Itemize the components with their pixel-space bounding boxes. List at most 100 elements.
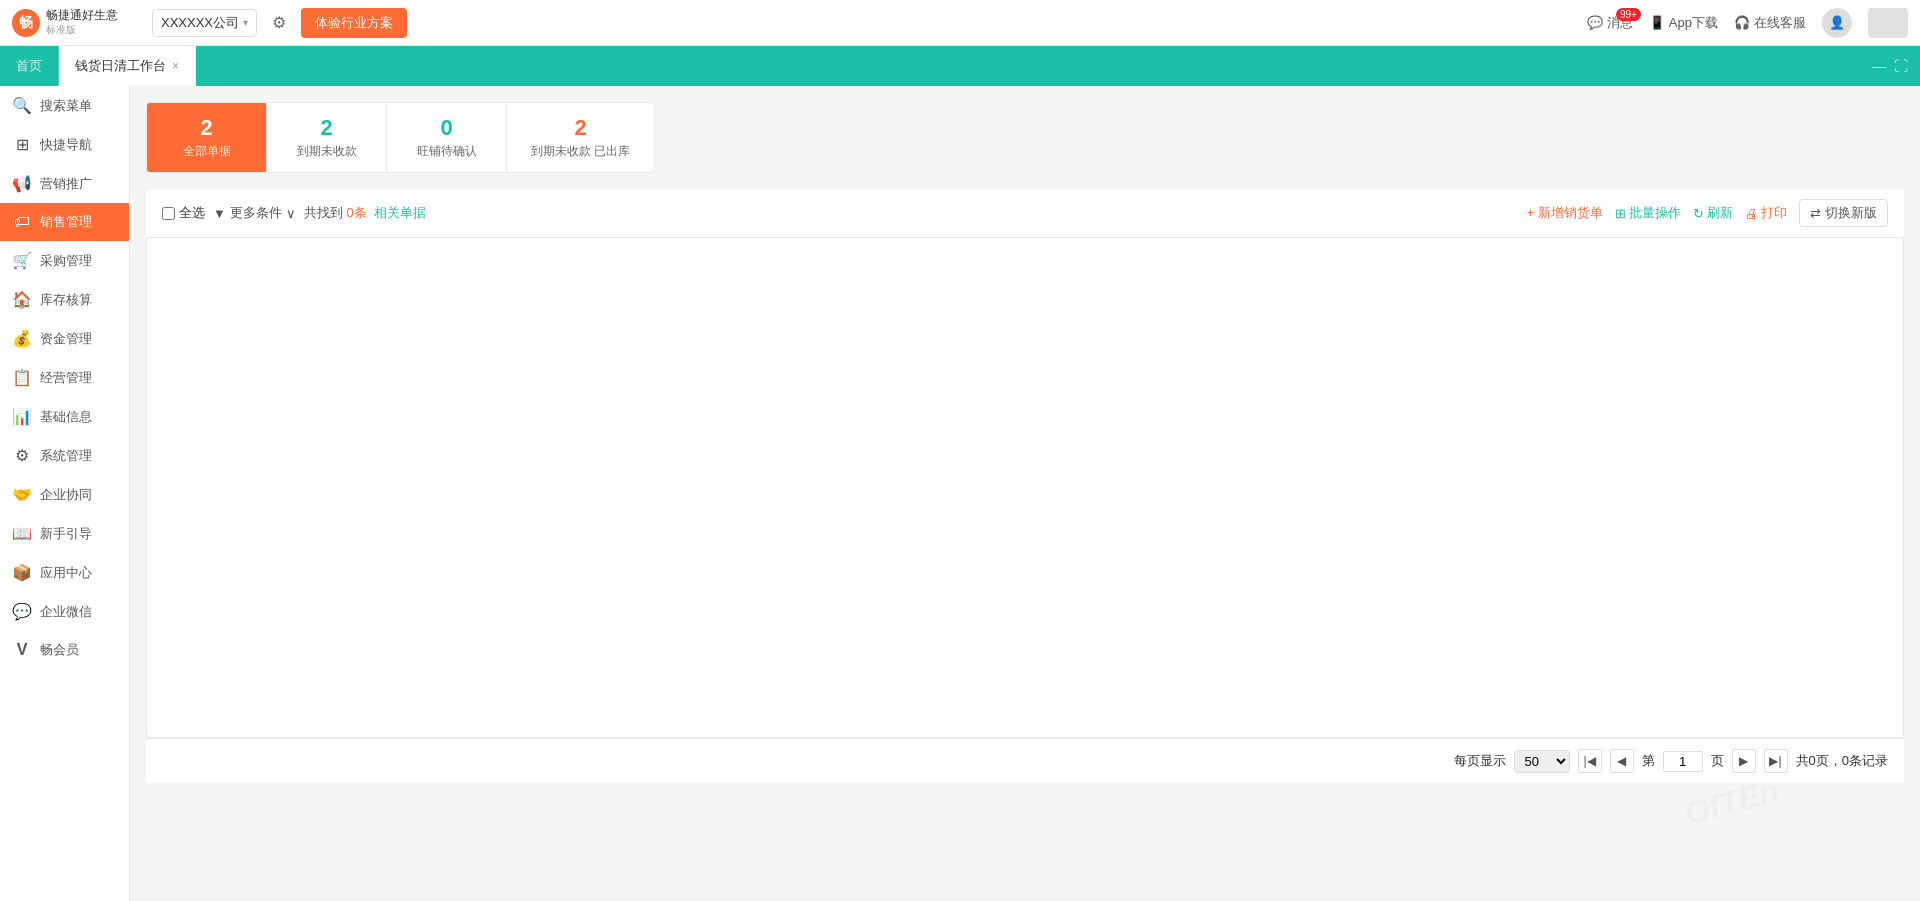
stat-card-shipped[interactable]: 2 到期未收款 已出库 (507, 103, 654, 172)
sidebar-item-search[interactable]: 🔍 搜索菜单 (0, 86, 129, 125)
stat-label-shipped: 到期未收款 已出库 (531, 143, 630, 160)
sidebar-appcenter-label: 应用中心 (40, 564, 92, 582)
next-page-button[interactable]: ▶ (1732, 749, 1756, 773)
experience-button[interactable]: 体验行业方案 (301, 8, 407, 38)
select-all-input[interactable] (162, 207, 175, 220)
header-right: 💬 消息 99+ 📱 App下载 🎧 在线客服 👤 (1587, 8, 1908, 38)
sidebar-item-enterprise[interactable]: 🤝 企业协同 (0, 475, 129, 514)
stat-card-all[interactable]: 2 全部单据 (147, 103, 267, 172)
empty-state (147, 238, 1903, 688)
sidebar-item-quicknav[interactable]: ⊞ 快捷导航 (0, 125, 129, 164)
refresh-button[interactable]: ↻ 刷新 (1693, 204, 1733, 222)
sidebar-item-system[interactable]: ⚙ 系统管理 (0, 436, 129, 475)
online-service-button[interactable]: 🎧 在线客服 (1734, 14, 1806, 32)
wechat-icon: 💬 (12, 602, 32, 621)
add-order-button[interactable]: + 新增销货单 (1527, 204, 1603, 222)
stat-num-shipped: 2 (531, 115, 630, 141)
batch-button[interactable]: ⊞ 批量操作 (1615, 204, 1681, 222)
page-label: 第 (1642, 752, 1655, 770)
tab-maximize-button[interactable]: ⛶ (1894, 58, 1908, 74)
company-name: XXXXXX公司 (161, 14, 239, 32)
logo-sub: 标准版 (46, 23, 118, 37)
prev-page-button[interactable]: ◀ (1610, 749, 1634, 773)
refresh-icon: ↻ (1693, 206, 1704, 221)
tab-workbench-label: 钱货日清工作台 (75, 57, 166, 75)
logo-area: 畅 畅捷通好生意 标准版 (12, 8, 142, 38)
related-link[interactable]: 相关单据 (374, 205, 426, 220)
guide-icon: 📖 (12, 524, 32, 543)
switch-version-button[interactable]: ⇄ 切换新版 (1799, 199, 1888, 227)
message-icon: 💬 (1587, 15, 1603, 30)
sidebar-purchase-label: 采购管理 (40, 252, 92, 270)
filter-chevron-icon: ∨ (286, 206, 296, 221)
sidebar-sales-label: 销售管理 (40, 213, 92, 231)
sidebar-item-operation[interactable]: 📋 经营管理 (0, 358, 129, 397)
filter-button[interactable]: ▼ 更多条件 ∨ (213, 204, 296, 222)
user-name-area[interactable] (1868, 8, 1908, 38)
sidebar-item-wechat[interactable]: 💬 企业微信 (0, 592, 129, 631)
sidebar-basic-label: 基础信息 (40, 408, 92, 426)
nav-tab-controls: — ⛶ (1872, 58, 1920, 74)
sidebar-item-purchase[interactable]: 🛒 采购管理 (0, 241, 129, 280)
select-all-checkbox[interactable]: 全选 (162, 204, 205, 222)
tab-minimize-button[interactable]: — (1872, 58, 1886, 74)
service-icon: 🎧 (1734, 15, 1750, 30)
user-avatar[interactable]: 👤 (1822, 8, 1852, 38)
online-service-label: 在线客服 (1754, 14, 1806, 32)
tab-workbench[interactable]: 钱货日清工作台 × (59, 46, 196, 86)
messages-badge: 99+ (1616, 8, 1641, 21)
main-content: 2 全部单据 2 到期未收款 0 旺铺待确认 2 到期未收款 已出库 全选 ▼ … (130, 86, 1920, 901)
last-page-button[interactable]: ▶| (1764, 749, 1788, 773)
logo-text: 畅捷通好生意 (46, 8, 118, 24)
stat-num-pending: 0 (411, 115, 482, 141)
top-header: 畅 畅捷通好生意 标准版 XXXXXX公司 ▾ ⚙ 体验行业方案 💬 消息 99… (0, 0, 1920, 46)
sidebar-item-marketing[interactable]: 📢 营销推广 (0, 164, 129, 203)
system-icon: ⚙ (12, 446, 32, 465)
nav-tabs: 首页 钱货日清工作台 × — ⛶ (0, 46, 1920, 86)
toolbar-left: 全选 ▼ 更多条件 ∨ 共找到 0条 相关单据 (162, 204, 426, 222)
found-count: 0条 (347, 205, 367, 220)
search-icon: 🔍 (12, 96, 32, 115)
stat-num-overdue: 2 (291, 115, 362, 141)
tab-close-icon[interactable]: × (172, 59, 179, 73)
print-button[interactable]: 🖨 打印 (1745, 204, 1787, 222)
sidebar-item-guide[interactable]: 📖 新手引导 (0, 514, 129, 553)
app-download-button[interactable]: 📱 App下载 (1649, 14, 1718, 32)
select-all-label: 全选 (179, 204, 205, 222)
sidebar-item-appcenter[interactable]: 📦 应用中心 (0, 553, 129, 592)
pagination-bar: 每页显示 50 100 |◀ ◀ 第 页 ▶ ▶| 共0页，0条记录 (146, 738, 1904, 783)
sidebar-wechat-label: 企业微信 (40, 603, 92, 621)
sidebar-item-finance[interactable]: 💰 资金管理 (0, 319, 129, 358)
stat-card-overdue[interactable]: 2 到期未收款 (267, 103, 387, 172)
stat-card-pending[interactable]: 0 旺铺待确认 (387, 103, 507, 172)
stat-label-overdue: 到期未收款 (291, 143, 362, 160)
sidebar-item-basic[interactable]: 📊 基础信息 (0, 397, 129, 436)
settings-button[interactable]: ⚙ (265, 9, 293, 37)
toolbar-right: + 新增销货单 ⊞ 批量操作 ↻ 刷新 🖨 打印 ⇄ 切换新版 (1527, 199, 1888, 227)
vip-icon: V (12, 641, 32, 659)
finance-icon: 💰 (12, 329, 32, 348)
avatar-icon: 👤 (1829, 15, 1845, 30)
sidebar: 🔍 搜索菜单 ⊞ 快捷导航 📢 营销推广 🏷 销售管理 🛒 采购管理 🏠 库存核… (0, 86, 130, 901)
stat-label-pending: 旺铺待确认 (411, 143, 482, 160)
company-selector[interactable]: XXXXXX公司 ▾ (152, 9, 257, 37)
sidebar-item-vip[interactable]: V 畅会员 (0, 631, 129, 669)
sidebar-item-sales[interactable]: 🏷 销售管理 (0, 203, 129, 241)
app-download-label: App下载 (1669, 14, 1718, 32)
sidebar-vip-label: 畅会员 (40, 641, 79, 659)
switch-icon: ⇄ (1810, 206, 1821, 221)
first-page-button[interactable]: |◀ (1578, 749, 1602, 773)
stat-num-all: 2 (171, 115, 242, 141)
sidebar-quicknav-label: 快捷导航 (40, 136, 92, 154)
found-text: 共找到 0条 相关单据 (304, 204, 426, 222)
sidebar-inventory-label: 库存核算 (40, 291, 92, 309)
sidebar-search-label: 搜索菜单 (40, 97, 92, 115)
per-page-select[interactable]: 50 100 (1514, 750, 1570, 773)
tab-home[interactable]: 首页 (0, 46, 59, 86)
messages-button[interactable]: 💬 消息 99+ (1587, 14, 1633, 32)
page-input[interactable] (1663, 751, 1703, 772)
download-icon: 📱 (1649, 15, 1665, 30)
sidebar-item-inventory[interactable]: 🏠 库存核算 (0, 280, 129, 319)
filter-icon: ▼ (213, 206, 226, 221)
basic-icon: 📊 (12, 407, 32, 426)
